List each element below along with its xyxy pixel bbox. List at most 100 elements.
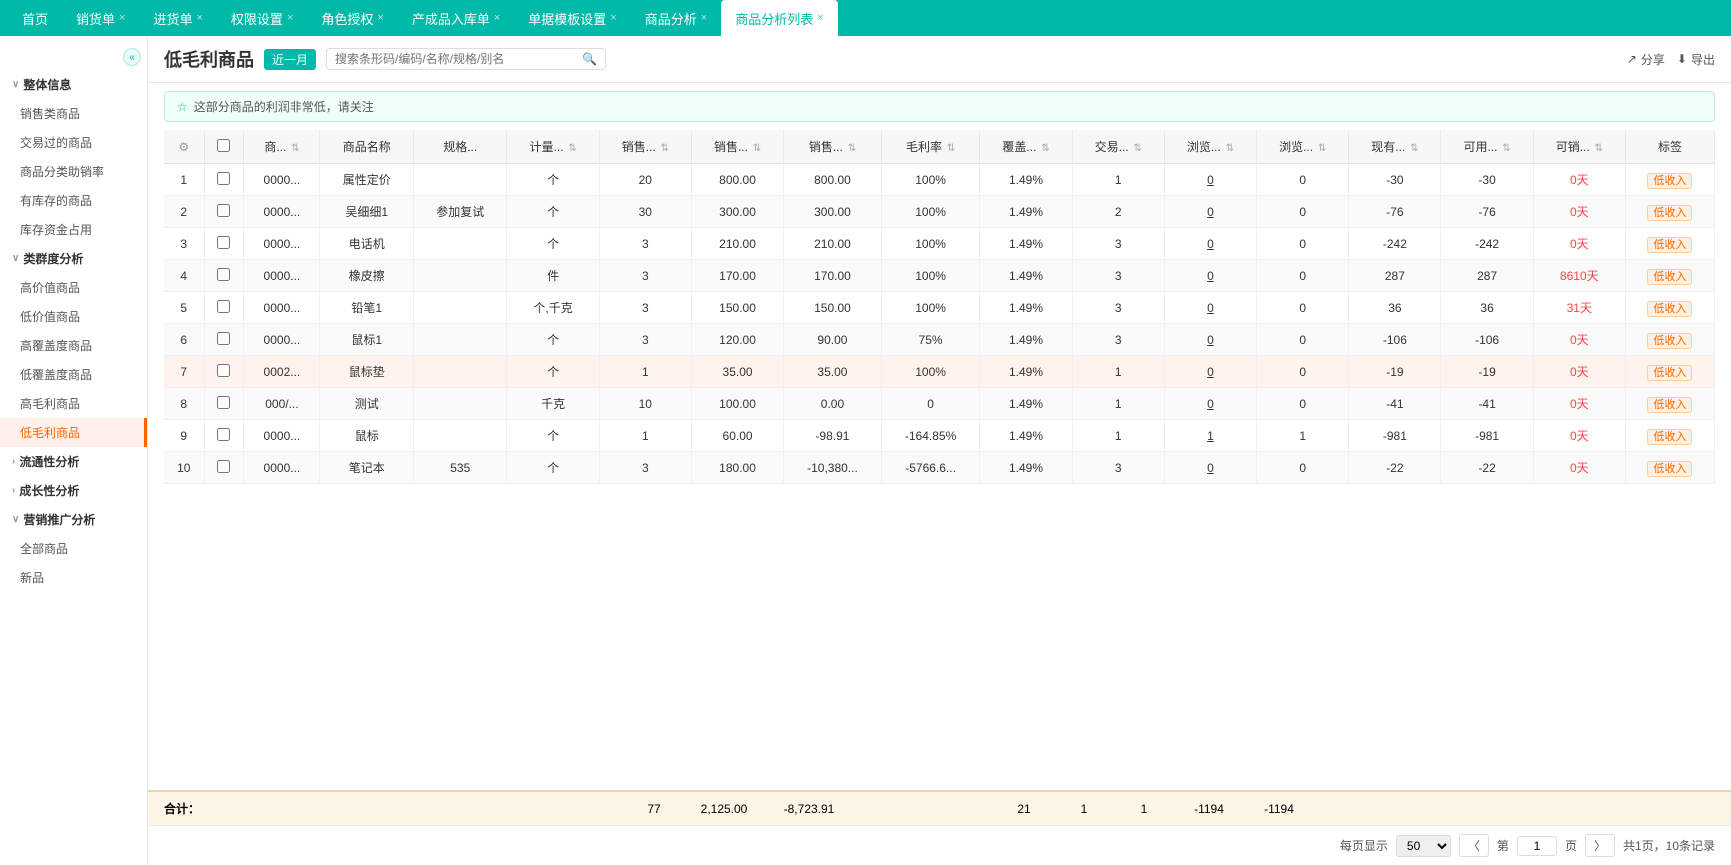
- nav-close-icon[interactable]: ×: [701, 12, 707, 24]
- row-checkbox[interactable]: [217, 268, 230, 281]
- sidebar-group-0[interactable]: ∨整体信息: [0, 70, 147, 99]
- col-header-browse2[interactable]: 浏览... ⇅: [1257, 130, 1349, 164]
- nav-item-销货单[interactable]: 销货单×: [62, 0, 139, 36]
- cell-browse1[interactable]: 0: [1164, 452, 1256, 484]
- cell-browse1[interactable]: 0: [1164, 324, 1256, 356]
- col-header-code[interactable]: 商... ⇅: [244, 130, 320, 164]
- sidebar-item-销售类商品[interactable]: 销售类商品: [0, 99, 147, 128]
- col-header-sales_price[interactable]: 销售... ⇅: [691, 130, 783, 164]
- col-header-spec[interactable]: 规格...: [413, 130, 507, 164]
- cell-sales_amount: 300.00: [784, 196, 882, 228]
- cell-browse2: 0: [1257, 324, 1349, 356]
- sidebar-item-低覆盖度商品[interactable]: 低覆盖度商品: [0, 360, 147, 389]
- col-header-browse1[interactable]: 浏览... ⇅: [1164, 130, 1256, 164]
- cell-unit: 个: [507, 196, 599, 228]
- nav-item-权限设置[interactable]: 权限设置×: [217, 0, 307, 36]
- cell-sales_price: 180.00: [691, 452, 783, 484]
- select-all-checkbox[interactable]: [217, 139, 230, 152]
- export-button[interactable]: ⬇ 导出: [1677, 51, 1715, 68]
- cell-stock_available: -242: [1441, 228, 1533, 260]
- sidebar-group-3[interactable]: ›成长性分析: [0, 476, 147, 505]
- row-checkbox[interactable]: [217, 364, 230, 377]
- row-checkbox[interactable]: [217, 428, 230, 441]
- cell-browse1[interactable]: 0: [1164, 164, 1256, 196]
- cell-coverage: 1.49%: [980, 388, 1072, 420]
- cell-browse1[interactable]: 0: [1164, 388, 1256, 420]
- cell-browse1[interactable]: 0: [1164, 292, 1256, 324]
- nav-close-icon[interactable]: ×: [119, 12, 125, 24]
- sidebar-group-2[interactable]: ›流通性分析: [0, 447, 147, 476]
- next-page-button[interactable]: 〉: [1585, 834, 1615, 857]
- col-header-gross_rate[interactable]: 毛利率 ⇅: [881, 130, 980, 164]
- sidebar-item-商品分类助销率[interactable]: 商品分类助销率: [0, 157, 147, 186]
- sidebar-item-高毛利商品[interactable]: 高毛利商品: [0, 389, 147, 418]
- col-header-settings[interactable]: ⚙: [164, 130, 204, 164]
- col-header-unit[interactable]: 计量... ⇅: [507, 130, 599, 164]
- search-input[interactable]: [335, 52, 576, 66]
- nav-close-icon[interactable]: ×: [377, 12, 383, 24]
- settings-icon[interactable]: ⚙: [178, 140, 189, 154]
- col-header-stock_current[interactable]: 现有... ⇅: [1349, 130, 1441, 164]
- col-header-transaction[interactable]: 交易... ⇅: [1072, 130, 1164, 164]
- nav-item-进货单[interactable]: 进货单×: [139, 0, 216, 36]
- nav-item-商品分析[interactable]: 商品分析×: [631, 0, 721, 36]
- nav-close-icon[interactable]: ×: [610, 12, 616, 24]
- prev-page-button[interactable]: 〈: [1459, 834, 1489, 857]
- share-button[interactable]: ↗ 分享: [1627, 51, 1665, 68]
- cell-stock_available: -22: [1441, 452, 1533, 484]
- sidebar-item-高覆盖度商品[interactable]: 高覆盖度商品: [0, 331, 147, 360]
- nav-item-商品分析列表[interactable]: 商品分析列表×: [721, 0, 837, 36]
- sidebar-group-4[interactable]: ∨营销推广分析: [0, 505, 147, 534]
- sidebar-item-全部商品[interactable]: 全部商品: [0, 534, 147, 563]
- nav-item-产成品入库单[interactable]: 产成品入库单×: [398, 0, 514, 36]
- nav-close-icon[interactable]: ×: [817, 12, 823, 24]
- sort-icon-code: ⇅: [288, 143, 299, 154]
- sidebar-item-低毛利商品[interactable]: 低毛利商品: [0, 418, 147, 447]
- page-size-select[interactable]: 50 100 200: [1396, 835, 1451, 857]
- cell-transaction: 1: [1072, 388, 1164, 420]
- nav-item-角色授权[interactable]: 角色授权×: [307, 0, 397, 36]
- sidebar-group-1[interactable]: ∨类群度分析: [0, 244, 147, 273]
- cell-browse1[interactable]: 0: [1164, 196, 1256, 228]
- sidebar-item-交易过的商品[interactable]: 交易过的商品: [0, 128, 147, 157]
- col-header-name[interactable]: 商品名称: [320, 130, 414, 164]
- col-header-sales_amount[interactable]: 销售... ⇅: [784, 130, 882, 164]
- nav-close-icon[interactable]: ×: [494, 12, 500, 24]
- sidebar-collapse-button[interactable]: «: [123, 48, 141, 66]
- row-checkbox[interactable]: [217, 204, 230, 217]
- col-header-checkbox[interactable]: [204, 130, 244, 164]
- cell-browse1[interactable]: 0: [1164, 356, 1256, 388]
- nav-item-单据模板设置[interactable]: 单据模板设置×: [514, 0, 630, 36]
- nav-item-首页[interactable]: 首页: [8, 0, 62, 36]
- nav-close-icon[interactable]: ×: [196, 12, 202, 24]
- sidebar-item-高价值商品[interactable]: 高价值商品: [0, 273, 147, 302]
- row-checkbox[interactable]: [217, 396, 230, 409]
- row-checkbox[interactable]: [217, 172, 230, 185]
- sidebar-item-有库存的商品[interactable]: 有库存的商品: [0, 186, 147, 215]
- cell-browse1[interactable]: 0: [1164, 228, 1256, 260]
- footer-browse1: 1: [1054, 802, 1114, 816]
- cell-sales_amount: 90.00: [784, 324, 882, 356]
- cell-sales_amount: -98.91: [784, 420, 882, 452]
- row-checkbox[interactable]: [217, 332, 230, 345]
- row-checkbox[interactable]: [217, 300, 230, 313]
- col-header-stock_saleable[interactable]: 可销... ⇅: [1533, 130, 1625, 164]
- cell-transaction: 3: [1072, 452, 1164, 484]
- col-header-sales_qty[interactable]: 销售... ⇅: [599, 130, 691, 164]
- sidebar-item-低价值商品[interactable]: 低价值商品: [0, 302, 147, 331]
- nav-close-icon[interactable]: ×: [287, 12, 293, 24]
- date-badge[interactable]: 近一月: [264, 49, 316, 70]
- col-header-tag[interactable]: 标签: [1625, 130, 1714, 164]
- col-header-coverage[interactable]: 覆盖... ⇅: [980, 130, 1072, 164]
- row-checkbox[interactable]: [217, 236, 230, 249]
- sidebar-item-新品[interactable]: 新品: [0, 563, 147, 592]
- search-icon[interactable]: 🔍: [582, 52, 597, 66]
- row-checkbox[interactable]: [217, 460, 230, 473]
- cell-browse1[interactable]: 0: [1164, 260, 1256, 292]
- page-number-input[interactable]: [1517, 836, 1557, 856]
- sidebar-item-库存资金占用[interactable]: 库存资金占用: [0, 215, 147, 244]
- cell-browse1[interactable]: 1: [1164, 420, 1256, 452]
- cell-browse2: 0: [1257, 452, 1349, 484]
- col-header-stock_available[interactable]: 可用... ⇅: [1441, 130, 1533, 164]
- group-label: 成长性分析: [19, 482, 79, 499]
